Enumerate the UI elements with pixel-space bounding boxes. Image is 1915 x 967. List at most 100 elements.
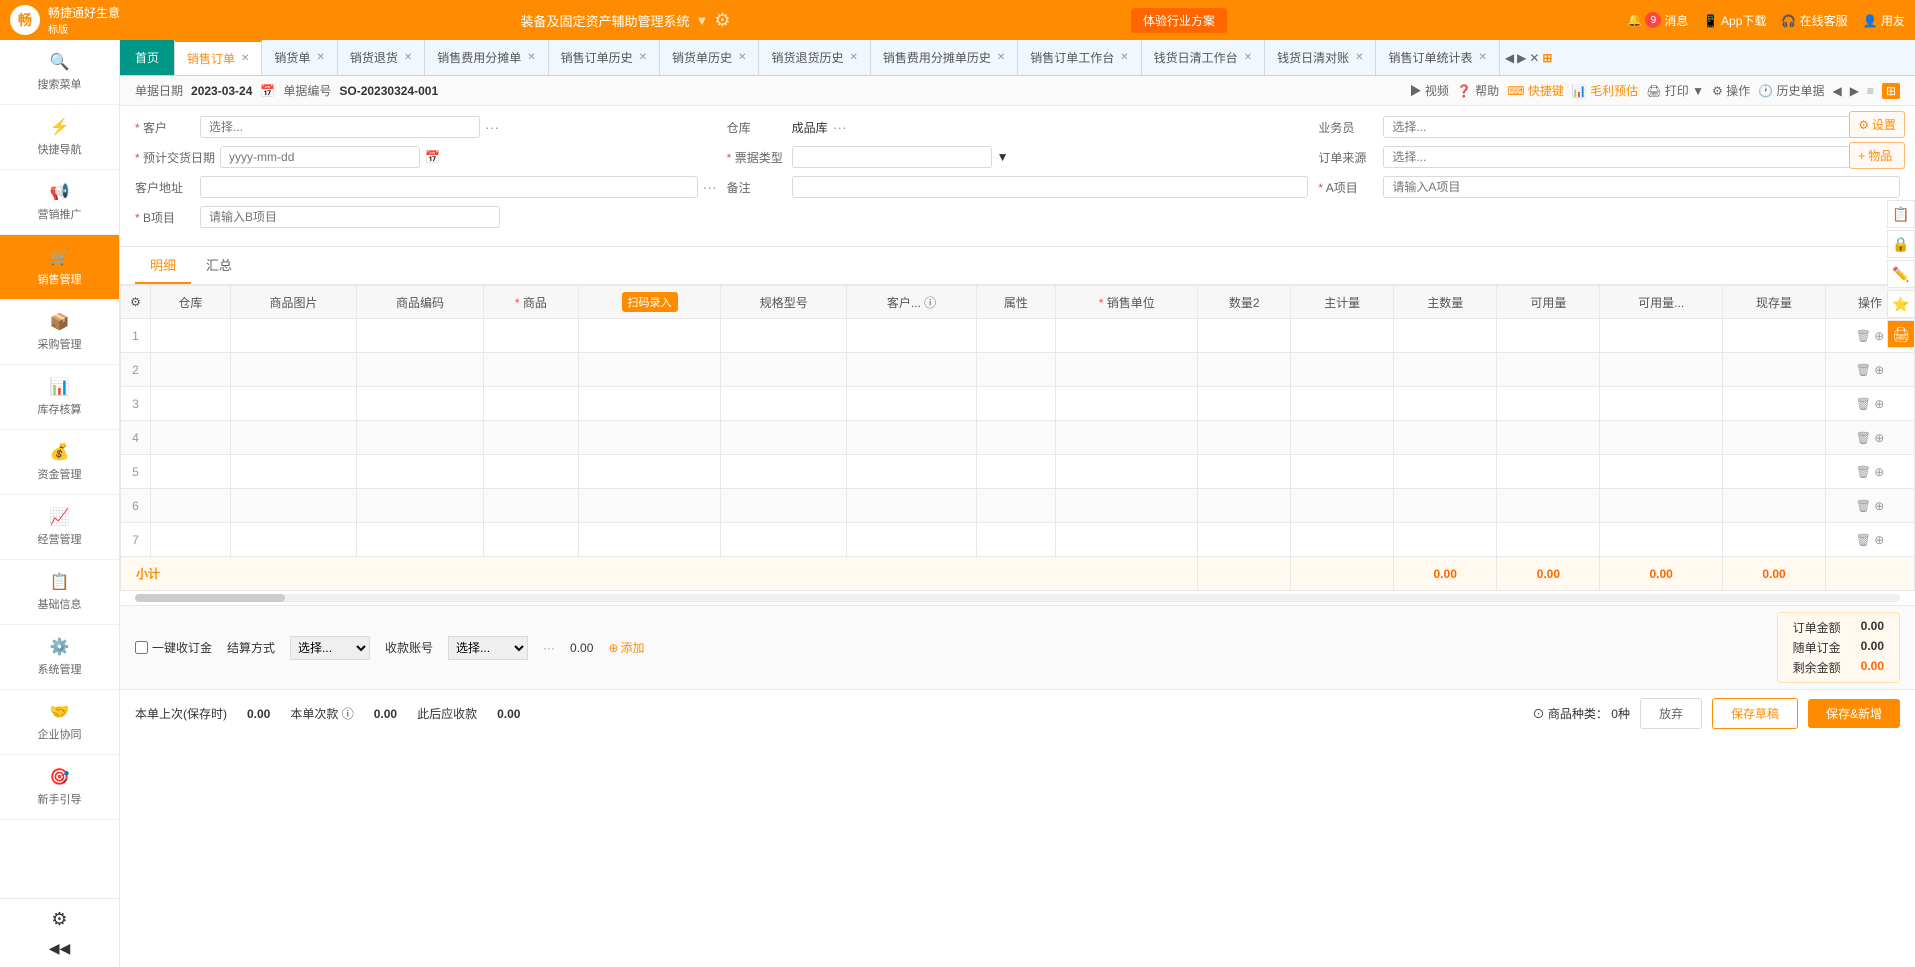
settings-icon[interactable]: ⚙ [714, 10, 730, 31]
row-cust-code-6[interactable] [847, 489, 976, 523]
row-warehouse-6[interactable] [151, 489, 231, 523]
tab-cash-daily[interactable]: 钱货日清工作台 ✕ [1142, 40, 1265, 76]
copy-row-6-btn[interactable]: ⊕ [1874, 499, 1884, 513]
grid-view-icon[interactable]: ≡ [1867, 84, 1874, 98]
row-main-qty-3[interactable] [1394, 387, 1497, 421]
row-product-1[interactable] [483, 319, 578, 353]
customer-dots[interactable]: ··· [485, 119, 499, 135]
sidebar-item-quick[interactable]: ⚡ 快捷导航 [0, 105, 119, 170]
tab-close-cash-daily[interactable]: ✕ [1244, 52, 1252, 63]
a-project-input[interactable] [1383, 176, 1900, 198]
row-qty2-1[interactable] [1198, 319, 1291, 353]
row-spec-7[interactable] [721, 523, 847, 557]
row-product-6[interactable] [483, 489, 578, 523]
customer-input[interactable] [200, 116, 480, 138]
ops-btn[interactable]: ⚙ 操作 [1712, 82, 1750, 99]
tab-order-workbench[interactable]: 销售订单工作台 ✕ [1018, 40, 1141, 76]
row-cust-code-4[interactable] [847, 421, 976, 455]
row-unit-3[interactable] [1056, 387, 1198, 421]
b-project-input[interactable] [200, 206, 500, 228]
tab-close-sales-order[interactable]: ✕ [241, 53, 249, 64]
tab-close-refund-history[interactable]: ✕ [849, 52, 857, 63]
row-attr-6[interactable] [976, 489, 1056, 523]
tab-close-all-btn[interactable]: ✕ [1529, 51, 1539, 65]
goods-btn[interactable]: + 物品 [1849, 142, 1905, 169]
row-warehouse-2[interactable] [151, 353, 231, 387]
address-dots[interactable]: ··· [703, 179, 717, 195]
tab-close-order-workbench[interactable]: ✕ [1120, 52, 1128, 63]
sidebar-item-system[interactable]: ⚙️ 系统管理 [0, 625, 119, 690]
row-attr-5[interactable] [976, 455, 1056, 489]
copy-row-4-btn[interactable]: ⊕ [1874, 431, 1884, 445]
row-warehouse-3[interactable] [151, 387, 231, 421]
row-attr-4[interactable] [976, 421, 1056, 455]
history-btn[interactable]: 🕐 历史单据 [1758, 82, 1824, 99]
tab-close-sales-stats[interactable]: ✕ [1479, 52, 1487, 63]
delete-row-4-btn[interactable]: 🗑 [1856, 431, 1871, 445]
save-draft-btn[interactable]: 保存草稿 [1712, 698, 1798, 729]
row-spec-5[interactable] [721, 455, 847, 489]
sidebar-item-guide[interactable]: 🎯 新手引导 [0, 755, 119, 820]
receipt-no-select[interactable]: 选择... [448, 636, 528, 660]
float-btn-4[interactable]: ⭐ [1887, 290, 1915, 318]
delete-row-3-btn[interactable]: 🗑 [1856, 397, 1871, 411]
tab-prev-btn[interactable]: ◀ [1505, 51, 1514, 65]
tab-next-btn[interactable]: ▶ [1517, 51, 1526, 65]
tab-fee-split-history[interactable]: 销售费用分摊单历史 ✕ [871, 40, 1018, 76]
nav-prev-icon[interactable]: ◀ [1832, 84, 1841, 98]
sidebar-collapse-icon[interactable]: ◀◀ [49, 940, 71, 957]
tab-order-history[interactable]: 销售订单历史 ✕ [549, 40, 660, 76]
row-product-3[interactable] [483, 387, 578, 421]
detail-tab-summary[interactable]: 汇总 [191, 247, 247, 284]
date-value[interactable]: 2023-03-24 [191, 84, 252, 98]
row-product-4[interactable] [483, 421, 578, 455]
form-view-icon[interactable]: ⊞ [1882, 83, 1900, 99]
row-cust-code-7[interactable] [847, 523, 976, 557]
row-unit-5[interactable] [1056, 455, 1198, 489]
delete-row-1-btn[interactable]: 🗑 [1856, 329, 1871, 343]
invoice-type-input[interactable]: 不开票 [792, 146, 992, 168]
sidebar-item-finance[interactable]: 💰 资金管理 [0, 430, 119, 495]
tab-sales-stats[interactable]: 销售订单统计表 ✕ [1376, 40, 1499, 76]
row-code-4[interactable] [357, 421, 483, 455]
row-warehouse-5[interactable] [151, 455, 231, 489]
tab-refund-history[interactable]: 销货退货历史 ✕ [759, 40, 870, 76]
scrollbar-thumb[interactable] [135, 594, 285, 602]
row-unit-4[interactable] [1056, 421, 1198, 455]
tab-close-sales-return[interactable]: ✕ [316, 52, 324, 63]
row-code-7[interactable] [357, 523, 483, 557]
payment-method-select[interactable]: 选择... [290, 636, 370, 660]
scan-btn[interactable]: 扫码录入 [622, 292, 678, 312]
row-unit-1[interactable] [1056, 319, 1198, 353]
copy-row-7-btn[interactable]: ⊕ [1874, 533, 1884, 547]
row-unit-2[interactable] [1056, 353, 1198, 387]
tab-cash-check[interactable]: 钱货日清对账 ✕ [1265, 40, 1376, 76]
row-attr-7[interactable] [976, 523, 1056, 557]
row-product-7[interactable] [483, 523, 578, 557]
delete-row-7-btn[interactable]: 🗑 [1856, 533, 1871, 547]
row-code-3[interactable] [357, 387, 483, 421]
row-product-2[interactable] [483, 353, 578, 387]
row-unit-6[interactable] [1056, 489, 1198, 523]
row-attr-3[interactable] [976, 387, 1056, 421]
row-main-qty-4[interactable] [1394, 421, 1497, 455]
table-scrollbar[interactable] [135, 594, 1900, 602]
row-product-5[interactable] [483, 455, 578, 489]
copy-row-2-btn[interactable]: ⊕ [1874, 363, 1884, 377]
tab-close-sales-refund[interactable]: ✕ [404, 52, 412, 63]
row-cust-code-1[interactable] [847, 319, 976, 353]
discard-btn[interactable]: 放弃 [1640, 698, 1702, 729]
float-btn-5[interactable]: 🖨 [1887, 320, 1915, 348]
row-main-qty-6[interactable] [1394, 489, 1497, 523]
delete-row-2-btn[interactable]: 🗑 [1856, 363, 1871, 377]
copy-row-3-btn[interactable]: ⊕ [1874, 397, 1884, 411]
row-warehouse-4[interactable] [151, 421, 231, 455]
row-code-2[interactable] [357, 353, 483, 387]
tab-sales-order[interactable]: 销售订单 ✕ [175, 40, 262, 76]
row-spec-3[interactable] [721, 387, 847, 421]
one-click-deposit-checkbox[interactable] [135, 641, 148, 654]
save-new-btn[interactable]: 保存&新增 [1808, 699, 1900, 728]
sidebar-item-enterprise[interactable]: 🤝 企业协同 [0, 690, 119, 755]
tab-close-fee-split-history[interactable]: ✕ [997, 52, 1005, 63]
order-source-input[interactable] [1383, 146, 1883, 168]
